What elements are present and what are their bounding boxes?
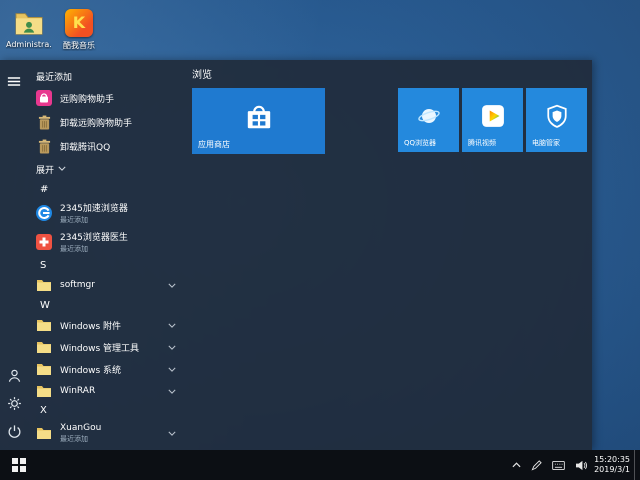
app-item-label: 卸载腾讯QQ: [60, 142, 111, 153]
tile-label: 应用商店: [198, 140, 230, 149]
folder-icon: [36, 383, 52, 399]
folder-item-label: WinRAR: [60, 386, 96, 396]
user-folder-icon: [14, 8, 44, 38]
uninstall-trash-icon: [36, 138, 52, 154]
chevron-down-icon: [168, 367, 176, 372]
folder-item-windows-admin-tools[interactable]: Windows 管理工具: [28, 336, 188, 358]
start-menu: 最近添加 远购购物助手 卸载远购购物助手 卸载腾讯QQ 展开 # 2345加速浏…: [0, 60, 592, 450]
uninstall-trash-icon: [36, 114, 52, 130]
app-item-2345-doctor[interactable]: 2345浏览器医生 最近添加: [28, 227, 188, 256]
desktop-icon-kuwo-music[interactable]: K 酷我音乐: [56, 8, 102, 51]
taskbar: 15:20:35 2019/3/1: [0, 450, 640, 480]
shopping-assistant-icon: [36, 90, 52, 106]
hamburger-menu-icon[interactable]: [0, 68, 28, 94]
tile-app-store[interactable]: 应用商店: [192, 88, 325, 154]
folder-item-windows-accessories[interactable]: Windows 附件: [28, 314, 188, 336]
folder-icon: [36, 361, 52, 377]
desktop: Administra... K 酷我音乐 最近添加 远购购物助手 卸载远购购物助…: [0, 0, 640, 480]
tile-group-label[interactable]: 浏览: [190, 66, 590, 82]
chevron-up-icon[interactable]: [512, 462, 521, 468]
app-item-shopping-assistant[interactable]: 远购购物助手: [28, 86, 188, 110]
tile-label: 腾讯视频: [468, 139, 496, 147]
app-list: 最近添加 远购购物助手 卸载远购购物助手 卸载腾讯QQ 展开 # 2345加速浏…: [28, 66, 188, 450]
recently-added-tag: 最近添加: [60, 215, 88, 224]
medical-cross-icon: [36, 233, 52, 250]
kuwo-music-icon: K: [64, 8, 94, 38]
folder-icon: [36, 277, 52, 293]
chevron-down-icon: [168, 283, 176, 288]
app-item-label: 2345加速浏览器: [60, 203, 128, 214]
app-item-label: 卸载远购购物助手: [60, 118, 133, 129]
tile-label: QQ浏览器: [404, 139, 437, 147]
folder-icon: [36, 425, 52, 441]
folder-item-label: Windows 附件: [60, 321, 122, 332]
desktop-icon-label: Administra...: [6, 40, 52, 49]
recently-added-header: 最近添加: [36, 72, 73, 83]
pen-icon[interactable]: [531, 459, 542, 471]
folder-item-label: Windows 系统: [60, 365, 122, 376]
chevron-down-icon: [168, 431, 176, 436]
section-letter-hash[interactable]: #: [28, 180, 188, 198]
settings-gear-icon[interactable]: [0, 390, 28, 416]
folder-item-windows-system[interactable]: Windows 系统: [28, 358, 188, 380]
tile-qq-browser[interactable]: QQ浏览器: [398, 88, 459, 152]
desktop-icon-label: 酷我音乐: [63, 41, 95, 50]
chevron-down-icon: [168, 389, 176, 394]
speaker-icon[interactable]: [575, 460, 588, 471]
taskbar-clock[interactable]: 15:20:35 2019/3/1: [594, 455, 630, 475]
folder-item-winrar[interactable]: WinRAR: [28, 380, 188, 402]
clock-date: 2019/3/1: [594, 465, 630, 474]
touch-keyboard-icon[interactable]: [552, 460, 565, 470]
windows-logo-icon: [12, 458, 26, 472]
tile-area: 浏览 应用商店 QQ浏览器 腾讯视频 电脑管家: [190, 66, 590, 450]
folder-item-label: softmgr: [60, 280, 95, 290]
chevron-down-icon: [168, 345, 176, 350]
clock-time: 15:20:35: [594, 455, 630, 464]
chevron-down-icon: [168, 323, 176, 328]
shield-icon: [526, 94, 587, 138]
folder-item-label: Windows 管理工具: [60, 343, 140, 354]
expand-toggle[interactable]: 展开: [28, 158, 188, 180]
folder-item-label: XuanGou: [60, 422, 102, 433]
planet-icon: [398, 94, 459, 138]
app-item-label: 远购购物助手: [60, 94, 115, 105]
start-menu-rail: [0, 60, 28, 450]
play-icon: [462, 94, 523, 138]
app-item-uninstall-shopping[interactable]: 卸载远购购物助手: [28, 110, 188, 134]
desktop-icon-administrator[interactable]: Administra...: [6, 8, 52, 49]
folder-icon: [36, 317, 52, 333]
tile-pc-manager[interactable]: 电脑管家: [526, 88, 587, 152]
user-account-icon[interactable]: [0, 362, 28, 388]
browser-globe-icon: [36, 204, 52, 221]
section-letter-x[interactable]: X: [28, 402, 188, 418]
power-icon[interactable]: [0, 418, 28, 444]
app-item-2345-browser[interactable]: 2345加速浏览器 最近添加: [28, 198, 188, 227]
store-bag-icon: [192, 94, 325, 140]
folder-item-softmgr[interactable]: softmgr: [28, 274, 188, 296]
system-tray: [512, 459, 588, 471]
section-letter-s[interactable]: S: [28, 256, 188, 274]
start-button[interactable]: [0, 450, 38, 480]
app-item-label: 2345浏览器医生: [60, 232, 128, 243]
folder-item-xuangou[interactable]: XuanGou 最近添加: [28, 418, 188, 448]
recently-added-tag: 最近添加: [60, 434, 88, 443]
tile-label: 电脑管家: [532, 139, 560, 147]
chevron-down-icon: [58, 164, 66, 174]
section-letter-w[interactable]: W: [28, 296, 188, 314]
folder-icon: [36, 339, 52, 355]
recently-added-tag: 最近添加: [60, 244, 88, 253]
expand-label: 展开: [36, 165, 55, 176]
tile-tencent-video[interactable]: 腾讯视频: [462, 88, 523, 152]
app-item-uninstall-qq[interactable]: 卸载腾讯QQ: [28, 134, 188, 158]
show-desktop-button[interactable]: [634, 450, 640, 480]
